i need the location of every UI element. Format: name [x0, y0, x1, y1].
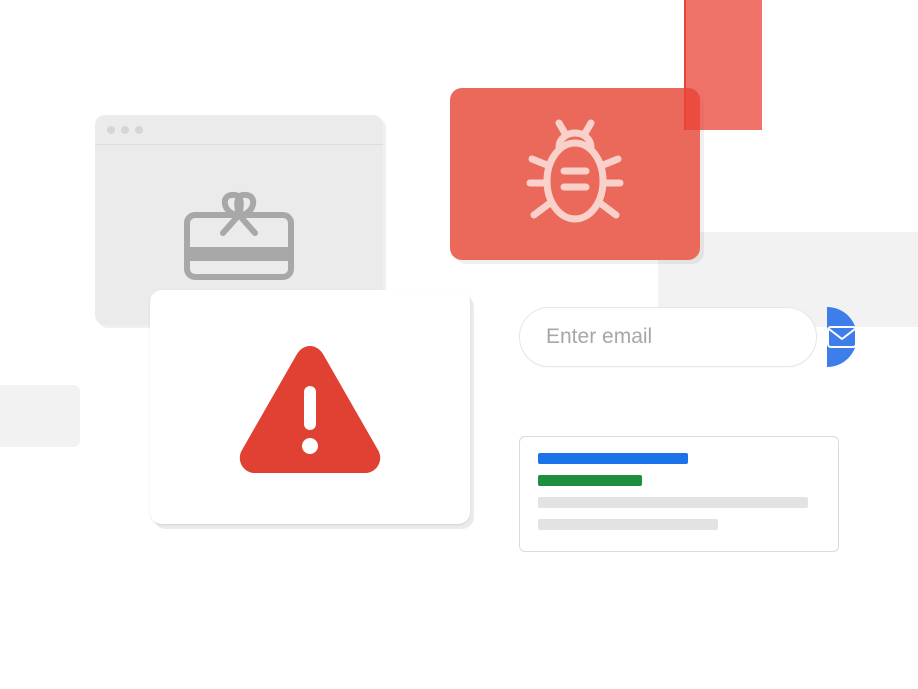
warning-card — [150, 290, 470, 524]
decorative-slab-left — [0, 385, 80, 447]
bug-icon — [526, 119, 624, 229]
traffic-light-dot — [135, 126, 143, 134]
result-url-bar — [538, 475, 642, 486]
email-capture-bar — [519, 307, 817, 367]
result-snippet-bar — [538, 497, 808, 508]
result-title-bar — [538, 453, 688, 464]
threat-scan-overlay — [684, 0, 794, 130]
warning-triangle-icon — [235, 340, 385, 475]
search-result-card — [519, 436, 839, 552]
email-field[interactable] — [520, 325, 827, 349]
result-snippet-bar — [538, 519, 718, 530]
traffic-light-dot — [107, 126, 115, 134]
window-titlebar — [95, 115, 383, 145]
gift-card-icon — [179, 185, 299, 285]
traffic-light-dot — [121, 126, 129, 134]
envelope-icon — [827, 326, 857, 348]
malware-bug-card — [450, 88, 700, 260]
